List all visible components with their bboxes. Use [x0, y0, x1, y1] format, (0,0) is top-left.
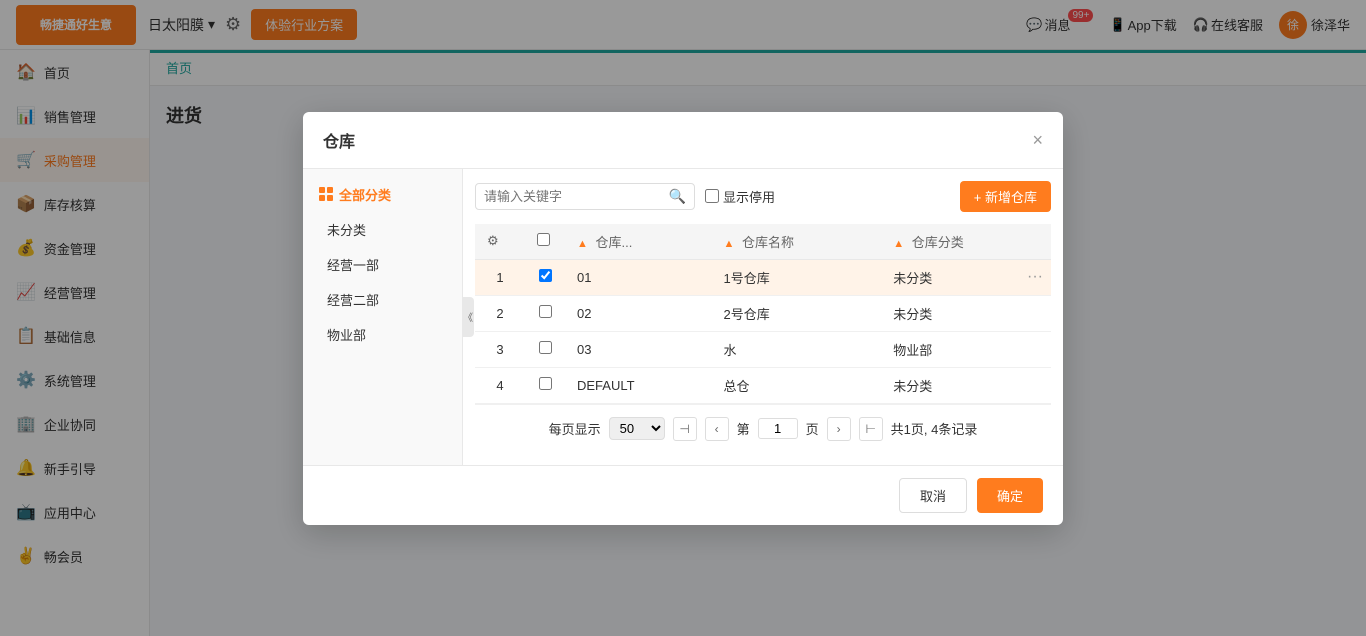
search-icon: 🔍	[669, 188, 686, 205]
row-checkbox-cell	[525, 295, 565, 331]
page-number-input[interactable]	[758, 418, 798, 439]
row-code: DEFAULT	[565, 367, 711, 403]
grid-icon	[319, 187, 333, 201]
row-category: 未分类	[881, 295, 1051, 331]
sort-icon: ▲	[577, 238, 588, 250]
search-input[interactable]	[484, 189, 669, 204]
table-row[interactable]: 1 01 1号仓库 未分类···	[475, 259, 1051, 295]
modal-header: 仓库 ×	[303, 112, 1063, 169]
th-name: ▲ 仓库名称	[711, 224, 881, 260]
show-disabled-checkbox-area: 显示停用	[705, 187, 775, 206]
last-page-button[interactable]: ⊢	[859, 417, 883, 441]
th-category: ▲ 仓库分类	[881, 224, 1051, 260]
warehouse-table: ⚙ ▲ 仓库... ▲	[475, 224, 1051, 404]
row-checkbox-cell	[525, 331, 565, 367]
row-checkbox[interactable]	[539, 341, 552, 354]
row-checkbox-cell	[525, 367, 565, 403]
row-num: 1	[475, 259, 525, 295]
table-row[interactable]: 2 02 2号仓库 未分类	[475, 295, 1051, 331]
row-num: 4	[475, 367, 525, 403]
category-sidebar: 全部分类 未分类 经营一部 经营二部 物业部 《	[303, 169, 463, 465]
modal-title: 仓库	[323, 128, 355, 152]
row-checkbox[interactable]	[539, 269, 552, 282]
next-page-button[interactable]: ›	[827, 417, 851, 441]
page-size-select[interactable]: 50 100 200	[609, 417, 665, 440]
th-code: ▲ 仓库...	[565, 224, 711, 260]
show-disabled-checkbox[interactable]	[705, 189, 719, 203]
row-name: 2号仓库	[711, 295, 881, 331]
sort-icon-name: ▲	[723, 238, 734, 250]
row-code: 01	[565, 259, 711, 295]
table-container: ⚙ ▲ 仓库... ▲	[475, 224, 1051, 404]
th-checkbox	[525, 224, 565, 260]
row-checkbox[interactable]	[539, 377, 552, 390]
select-all-checkbox[interactable]	[537, 233, 550, 246]
table-row[interactable]: 4 DEFAULT 总仓 未分类	[475, 367, 1051, 403]
first-page-button[interactable]: ⊣	[673, 417, 697, 441]
modal-overlay: 仓库 × 全部分类 未分类 经营一部 经营二部	[0, 0, 1366, 636]
th-gear: ⚙	[475, 224, 525, 260]
category-dept2[interactable]: 经营二部	[303, 282, 462, 317]
row-num: 2	[475, 295, 525, 331]
row-name: 1号仓库	[711, 259, 881, 295]
gear-icon: ⚙	[487, 233, 499, 248]
prev-page-button[interactable]: ‹	[705, 417, 729, 441]
search-box: 🔍	[475, 183, 695, 210]
category-dept1[interactable]: 经营一部	[303, 247, 462, 282]
row-name: 总仓	[711, 367, 881, 403]
warehouse-modal: 仓库 × 全部分类 未分类 经营一部 经营二部	[303, 112, 1063, 525]
close-icon[interactable]: ×	[1032, 131, 1043, 149]
table-row[interactable]: 3 03 水 物业部	[475, 331, 1051, 367]
row-code: 02	[565, 295, 711, 331]
row-num: 3	[475, 331, 525, 367]
modal-footer: 取消 确定	[303, 465, 1063, 525]
row-checkbox-cell	[525, 259, 565, 295]
category-unclassified[interactable]: 未分类	[303, 212, 462, 247]
row-checkbox[interactable]	[539, 305, 552, 318]
sort-icon-cat: ▲	[893, 238, 904, 250]
all-categories-header[interactable]: 全部分类	[303, 177, 462, 212]
row-category: 未分类	[881, 367, 1051, 403]
collapse-category-button[interactable]: 《	[462, 297, 474, 337]
row-category: 物业部	[881, 331, 1051, 367]
row-category: 未分类···	[881, 259, 1051, 295]
modal-body: 全部分类 未分类 经营一部 经营二部 物业部 《	[303, 169, 1063, 465]
row-more-button[interactable]: ···	[1027, 268, 1043, 286]
pagination: 每页显示 50 100 200 ⊣ ‹ 第 页 › ⊢ 共1页, 4条记录	[475, 404, 1051, 453]
row-code: 03	[565, 331, 711, 367]
cancel-button[interactable]: 取消	[899, 478, 967, 513]
row-name: 水	[711, 331, 881, 367]
table-toolbar: 🔍 显示停用 + 新增仓库	[475, 181, 1051, 212]
confirm-button[interactable]: 确定	[977, 478, 1043, 513]
add-warehouse-button[interactable]: + 新增仓库	[960, 181, 1051, 212]
table-area: 🔍 显示停用 + 新增仓库 ⚙	[463, 169, 1063, 465]
category-property[interactable]: 物业部	[303, 317, 462, 352]
